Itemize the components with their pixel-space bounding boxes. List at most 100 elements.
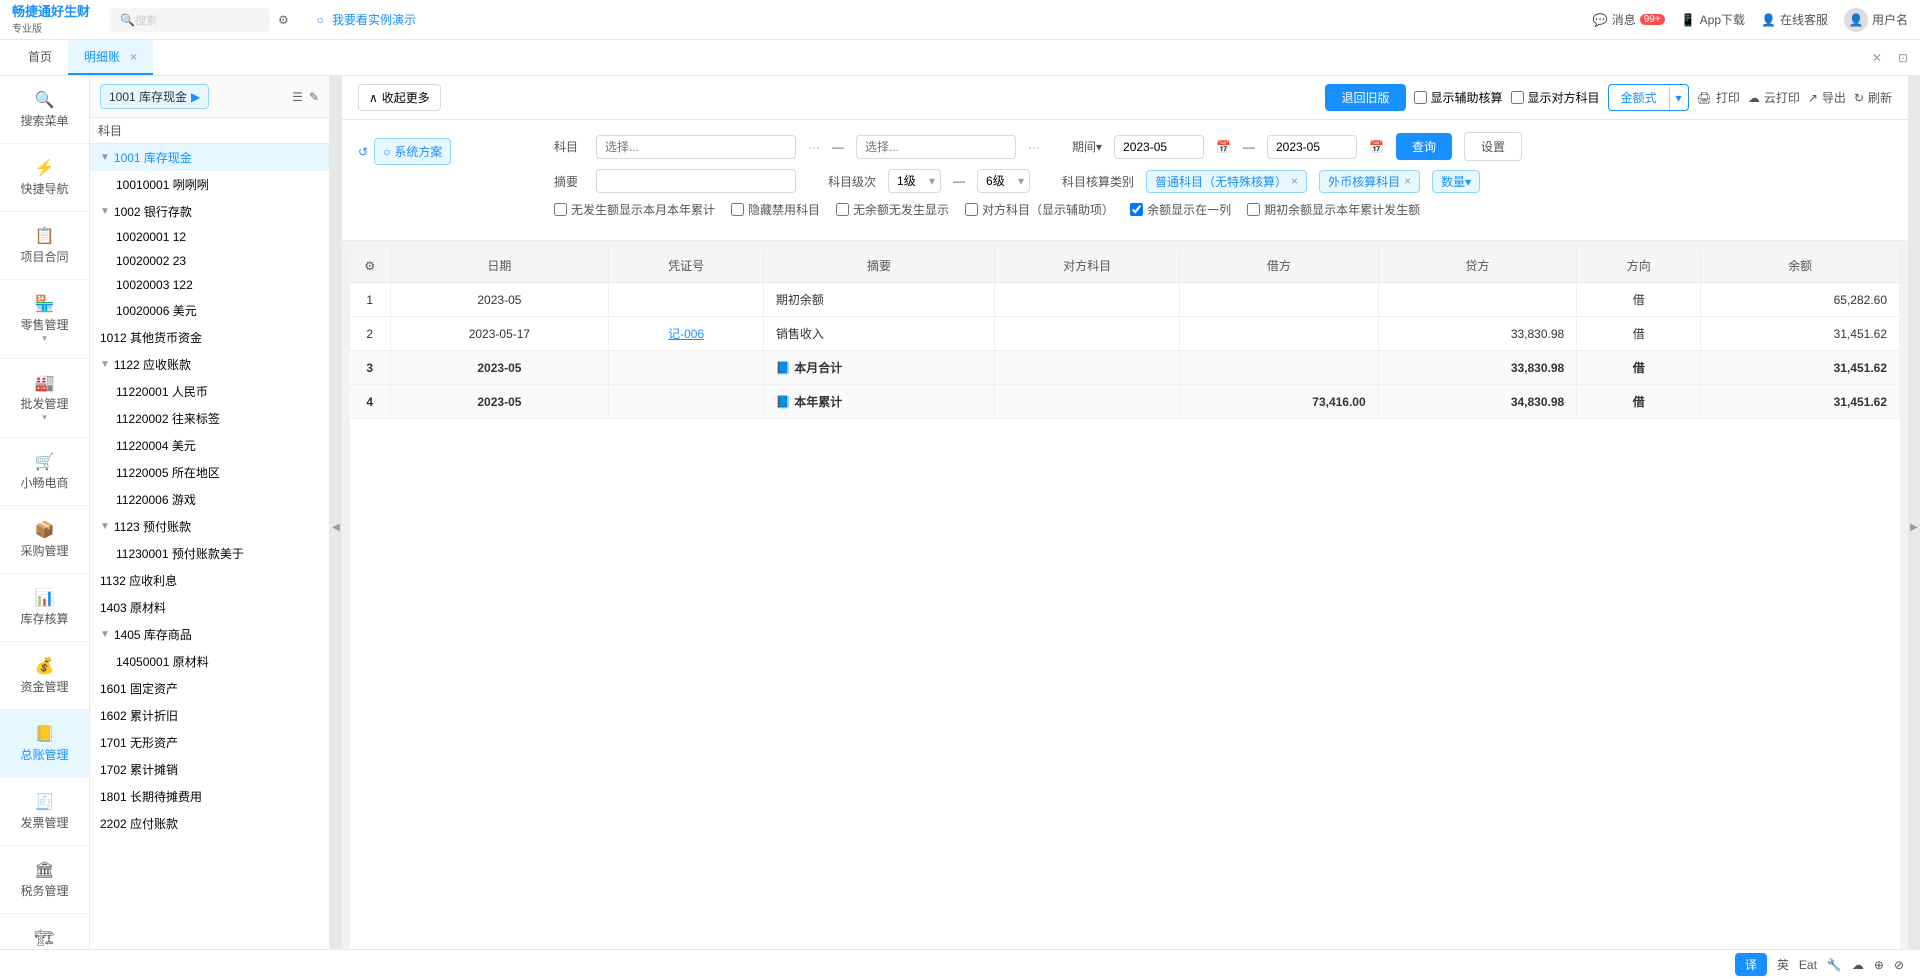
tree-item-14050001[interactable]: 14050001 原材料 bbox=[90, 648, 329, 675]
tree-item-1405[interactable]: ▼ 1405 库存商品 bbox=[90, 621, 329, 648]
bottom-plus-icon[interactable]: ⊕ bbox=[1874, 958, 1884, 972]
tree-item-11220004[interactable]: 11220004 美元 bbox=[90, 432, 329, 459]
tree-item-1601[interactable]: 1601 固定资产 bbox=[90, 675, 329, 702]
message-button[interactable]: 💬 消息 99+ bbox=[1593, 11, 1665, 28]
selected-account-display[interactable]: 1001 库存现金 ▶ bbox=[100, 84, 209, 109]
tree-list-icon[interactable]: ☰ bbox=[292, 90, 303, 104]
period-to-input[interactable] bbox=[1267, 135, 1357, 159]
print-button[interactable]: 🖨 打印 bbox=[1697, 89, 1740, 106]
window-maximize-icon[interactable]: ⊡ bbox=[1898, 51, 1908, 65]
nav-item-inventory[interactable]: 📊 库存核算 bbox=[0, 574, 89, 642]
nav-item-capital[interactable]: 💰 资金管理 bbox=[0, 642, 89, 710]
online-service-button[interactable]: 👤 在线客服 bbox=[1761, 11, 1828, 28]
nav-item-tax[interactable]: 🏛 税务管理 bbox=[0, 846, 89, 914]
back-to-old-button[interactable]: 退回旧版 bbox=[1325, 84, 1405, 111]
tree-item-10010001[interactable]: 10010001 咧咧咧 bbox=[90, 171, 329, 198]
calc-tag-normal[interactable]: 普通科目（无特殊核算） × bbox=[1146, 170, 1307, 193]
calc-tag-normal-close[interactable]: × bbox=[1291, 174, 1298, 188]
cb-no-balance-input[interactable] bbox=[554, 203, 567, 216]
calc-tag-qty[interactable]: 数量▾ bbox=[1432, 170, 1480, 193]
tab-close-icon[interactable]: × bbox=[130, 50, 137, 64]
nav-item-wholesale[interactable]: 🏭 批发管理 ▾ bbox=[0, 359, 89, 438]
account-tree-list[interactable]: ▼ 1001 库存现金 10010001 咧咧咧 ▼ 1002 银行存款 100… bbox=[90, 144, 329, 954]
cloud-print-button[interactable]: ☁ 云打印 bbox=[1748, 89, 1800, 106]
bottom-tool-icon[interactable]: 🔧 bbox=[1827, 958, 1842, 972]
tree-item-1012[interactable]: 1012 其他货币资金 bbox=[90, 324, 329, 351]
tree-item-10020001[interactable]: 10020001 12 bbox=[90, 225, 329, 249]
tree-item-11230001[interactable]: 11230001 预付账款美于 bbox=[90, 540, 329, 567]
nav-item-project[interactable]: 📋 项目合同 bbox=[0, 212, 89, 280]
row-2-voucher[interactable]: 记-006 bbox=[609, 317, 764, 351]
tree-item-1122[interactable]: ▼ 1122 应收账款 bbox=[90, 351, 329, 378]
cb-no-balance2-input[interactable] bbox=[836, 203, 849, 216]
subject-from-input[interactable] bbox=[596, 135, 796, 159]
nav-item-retail[interactable]: 🏪 零售管理 ▾ bbox=[0, 280, 89, 359]
bottom-lang-eat[interactable]: Eat bbox=[1799, 958, 1817, 972]
nav-item-ecommerce[interactable]: 🛒 小畅电商 bbox=[0, 438, 89, 506]
user-avatar[interactable]: 👤 用户名 bbox=[1844, 8, 1908, 32]
amount-format-arrow[interactable]: ▾ bbox=[1669, 87, 1688, 109]
bottom-cloud-icon[interactable]: ☁ bbox=[1852, 958, 1864, 972]
tab-home[interactable]: 首页 bbox=[12, 40, 68, 75]
calc-tag-forex[interactable]: 外币核算科目 × bbox=[1319, 170, 1420, 193]
period-to-calendar-icon[interactable]: 📅 bbox=[1369, 140, 1384, 154]
nav-item-search[interactable]: 🔍 搜索菜单 bbox=[0, 76, 89, 144]
tree-edit-icon[interactable]: ✎ bbox=[309, 90, 319, 104]
tree-item-10020002[interactable]: 10020002 23 bbox=[90, 249, 329, 273]
cb-show-ytd-input[interactable] bbox=[1247, 203, 1260, 216]
collapse-more-button[interactable]: ∧ 收起更多 bbox=[358, 84, 441, 111]
tree-item-1403[interactable]: 1403 原材料 bbox=[90, 594, 329, 621]
export-button[interactable]: ↗ 导出 bbox=[1808, 89, 1846, 106]
voucher-link[interactable]: 记-006 bbox=[668, 327, 704, 341]
refresh-scheme-icon[interactable]: ↺ bbox=[358, 145, 368, 159]
settings-button[interactable]: 设置 bbox=[1464, 132, 1522, 161]
tree-item-11220002[interactable]: 11220002 往来标签 bbox=[90, 405, 329, 432]
nav-item-quick[interactable]: ⚡ 快捷导航 bbox=[0, 144, 89, 212]
period-from-input[interactable] bbox=[1114, 135, 1204, 159]
tab-ledger[interactable]: 明细账 × bbox=[68, 40, 153, 75]
tree-item-1702[interactable]: 1702 累计摊销 bbox=[90, 756, 329, 783]
tree-item-1701[interactable]: 1701 无形资产 bbox=[90, 729, 329, 756]
level-to-select[interactable]: 1级2级3级4级5级6级 bbox=[977, 169, 1030, 193]
cb-hide-disabled-input[interactable] bbox=[731, 203, 744, 216]
level-from-select[interactable]: 1级2级3级4级5级6级 bbox=[888, 169, 941, 193]
cb-no-balance[interactable]: 无发生额显示本月本年累计 bbox=[554, 201, 715, 218]
tree-item-11220005[interactable]: 11220005 所在地区 bbox=[90, 459, 329, 486]
cb-no-balance2[interactable]: 无余额无发生显示 bbox=[836, 201, 949, 218]
demo-link[interactable]: 我要看实例演示 bbox=[332, 11, 416, 28]
cb-show-contra[interactable]: 对方科目（显示辅助项） bbox=[965, 201, 1114, 218]
tree-item-11220006[interactable]: 11220006 游戏 bbox=[90, 486, 329, 513]
tree-item-10020006[interactable]: 10020006 美元 bbox=[90, 297, 329, 324]
period-calendar-icon[interactable]: 📅 bbox=[1216, 140, 1231, 154]
cb-show-contra-input[interactable] bbox=[965, 203, 978, 216]
search-button[interactable]: 查询 bbox=[1396, 133, 1452, 160]
nav-item-invoice[interactable]: 🧾 发票管理 bbox=[0, 778, 89, 846]
bottom-translate-button[interactable]: 译 bbox=[1735, 953, 1767, 976]
settings-gear-icon[interactable]: ⚙ bbox=[270, 9, 297, 31]
tree-item-1132[interactable]: 1132 应收利息 bbox=[90, 567, 329, 594]
bottom-cancel-icon[interactable]: ⊘ bbox=[1894, 958, 1904, 972]
scheme-button[interactable]: ○ 系统方案 bbox=[374, 138, 451, 165]
amount-format-dropdown[interactable]: 金额式 ▾ bbox=[1608, 84, 1689, 111]
tree-item-1801[interactable]: 1801 长期待摊费用 bbox=[90, 783, 329, 810]
tree-item-1123[interactable]: ▼ 1123 预付账款 bbox=[90, 513, 329, 540]
tree-item-11220001[interactable]: 11220001 人民币 bbox=[90, 378, 329, 405]
tree-item-1602[interactable]: 1602 累计折旧 bbox=[90, 702, 329, 729]
tree-item-2202[interactable]: 2202 应付账款 bbox=[90, 810, 329, 837]
cb-show-ytd[interactable]: 期初余额显示本年累计发生额 bbox=[1247, 201, 1420, 218]
tree-item-1001[interactable]: ▼ 1001 库存现金 bbox=[90, 144, 329, 171]
nav-item-purchase[interactable]: 📦 采购管理 bbox=[0, 506, 89, 574]
refresh-button[interactable]: ↻ 刷新 bbox=[1854, 89, 1892, 106]
nav-item-ledger[interactable]: 📒 总账管理 bbox=[0, 710, 89, 778]
tree-item-10020003[interactable]: 10020003 122 bbox=[90, 273, 329, 297]
show-aux-checkbox[interactable] bbox=[1414, 91, 1427, 104]
summary-input[interactable] bbox=[596, 169, 796, 193]
tree-item-1002[interactable]: ▼ 1002 银行存款 bbox=[90, 198, 329, 225]
bottom-lang-en[interactable]: 英 bbox=[1777, 956, 1789, 973]
cb-single-col-input[interactable] bbox=[1130, 203, 1143, 216]
cb-single-col[interactable]: 余额显示在一列 bbox=[1130, 201, 1231, 218]
right-collapse-button[interactable]: ▶ bbox=[1908, 76, 1920, 979]
window-close-icon[interactable]: ✕ bbox=[1872, 51, 1882, 65]
app-download-button[interactable]: 📱 App下载 bbox=[1681, 11, 1745, 28]
side-collapse-button[interactable]: ◀ bbox=[330, 76, 342, 979]
